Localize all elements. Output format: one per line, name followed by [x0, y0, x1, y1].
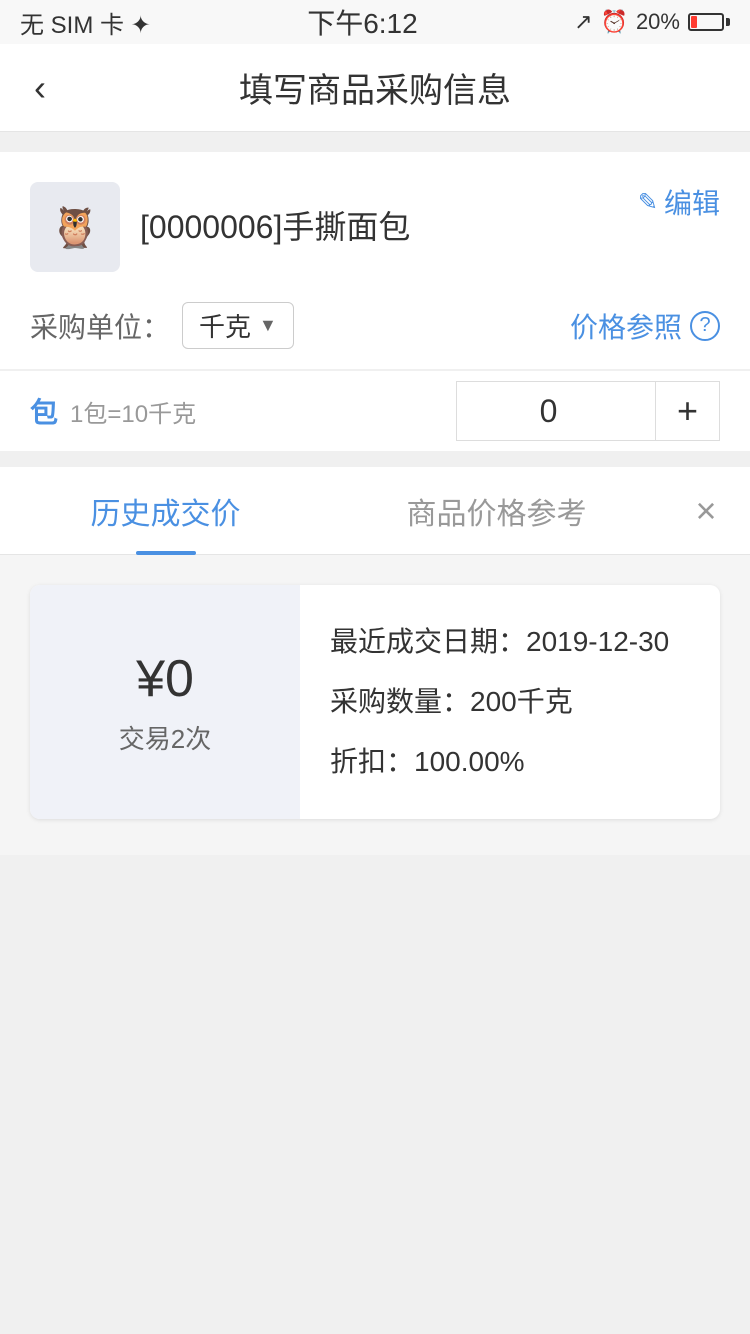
tab-bar: 历史成交价 商品价格参考 ×	[0, 467, 750, 555]
quantity-row: 包 1包=10千克 +	[0, 371, 750, 451]
history-discount-row: 折扣：100.00%	[330, 741, 690, 783]
history-quantity-row: 采购数量：200千克	[330, 681, 690, 723]
price-ref-label: 价格参照	[570, 306, 682, 346]
status-right: ↗ ⏰ 20%	[574, 9, 730, 35]
carrier-text: 无 SIM 卡 ✦	[20, 5, 151, 40]
product-footer: 采购单位： 千克 ▼ 价格参照 ?	[30, 302, 720, 349]
history-price: ¥0	[136, 649, 194, 709]
unit-selector[interactable]: 千克 ▼	[182, 302, 294, 349]
product-left: 🦉 [0000006]手撕面包	[30, 182, 410, 272]
battery-icon	[688, 13, 730, 31]
product-image: 🦉	[30, 182, 120, 272]
history-date-value: 2019-12-30	[526, 626, 669, 657]
unit-dropdown-icon: ▼	[259, 315, 277, 336]
purchase-unit: 采购单位： 千克 ▼	[30, 302, 294, 349]
status-bar: 无 SIM 卡 ✦ 下午6:12 ↗ ⏰ 20%	[0, 0, 750, 44]
quantity-input-area: +	[456, 381, 720, 441]
nav-bar: ‹ 填写商品采购信息	[0, 44, 750, 132]
unit-conversion-label: 1包=10千克	[70, 394, 196, 429]
history-count: 交易2次	[119, 719, 211, 756]
tab-price-ref-label: 商品价格参考	[407, 489, 587, 533]
status-time: 下午6:12	[307, 2, 418, 42]
tab-close-button[interactable]: ×	[662, 467, 750, 555]
status-left: 无 SIM 卡 ✦	[20, 5, 151, 40]
unit-value: 千克	[199, 307, 251, 344]
tab-price-reference[interactable]: 商品价格参考	[331, 467, 662, 555]
help-icon: ?	[690, 311, 720, 341]
history-discount-label: 折扣：	[330, 746, 414, 777]
history-card: ¥0 交易2次 最近成交日期：2019-12-30 采购数量：200千克 折扣：…	[30, 585, 720, 819]
history-date-row: 最近成交日期：2019-12-30	[330, 621, 690, 663]
edit-button[interactable]: ✎ 编辑	[638, 182, 720, 222]
history-card-right: 最近成交日期：2019-12-30 采购数量：200千克 折扣：100.00%	[300, 585, 720, 819]
product-thumbnail-icon: 🦉	[50, 204, 100, 251]
tab-active-indicator	[136, 551, 196, 555]
product-name-area: [0000006]手撕面包	[140, 205, 410, 250]
product-name: [0000006]手撕面包	[140, 205, 410, 250]
product-header: 🦉 [0000006]手撕面包 ✎ 编辑	[30, 182, 720, 272]
nav-title: 填写商品采购信息	[80, 63, 670, 112]
plus-icon: +	[677, 390, 698, 432]
divider	[0, 451, 750, 467]
location-icon: ↗	[574, 9, 592, 35]
history-quantity-label: 采购数量：	[330, 686, 470, 717]
edit-icon: ✎	[638, 188, 658, 217]
tab-history-label: 历史成交价	[91, 489, 241, 533]
history-content: ¥0 交易2次 最近成交日期：2019-12-30 采购数量：200千克 折扣：…	[0, 555, 750, 855]
quantity-input[interactable]	[456, 381, 656, 441]
tab-history-price[interactable]: 历史成交价	[0, 467, 331, 555]
history-date-label: 最近成交日期：	[330, 626, 526, 657]
purchase-unit-label: 采购单位：	[30, 306, 170, 346]
edit-label: 编辑	[664, 182, 720, 222]
history-discount-value: 100.00%	[414, 746, 525, 777]
quantity-label-area: 包 1包=10千克	[30, 391, 456, 431]
alarm-icon: ⏰	[601, 9, 628, 35]
close-icon: ×	[695, 490, 716, 532]
back-button[interactable]: ‹	[0, 44, 80, 132]
quantity-unit-icon: 包	[30, 391, 58, 431]
product-title: 手撕面包	[282, 209, 410, 245]
product-id: [0000006]	[140, 209, 282, 245]
history-quantity-value: 200千克	[470, 686, 573, 717]
battery-percent: 20%	[636, 9, 680, 35]
product-card: 🦉 [0000006]手撕面包 ✎ 编辑 采购单位： 千克 ▼ 价格参照 ?	[0, 152, 750, 369]
price-ref-button[interactable]: 价格参照 ?	[570, 306, 720, 346]
quantity-plus-button[interactable]: +	[656, 381, 720, 441]
history-card-left: ¥0 交易2次	[30, 585, 300, 819]
back-arrow-icon: ‹	[34, 67, 46, 109]
